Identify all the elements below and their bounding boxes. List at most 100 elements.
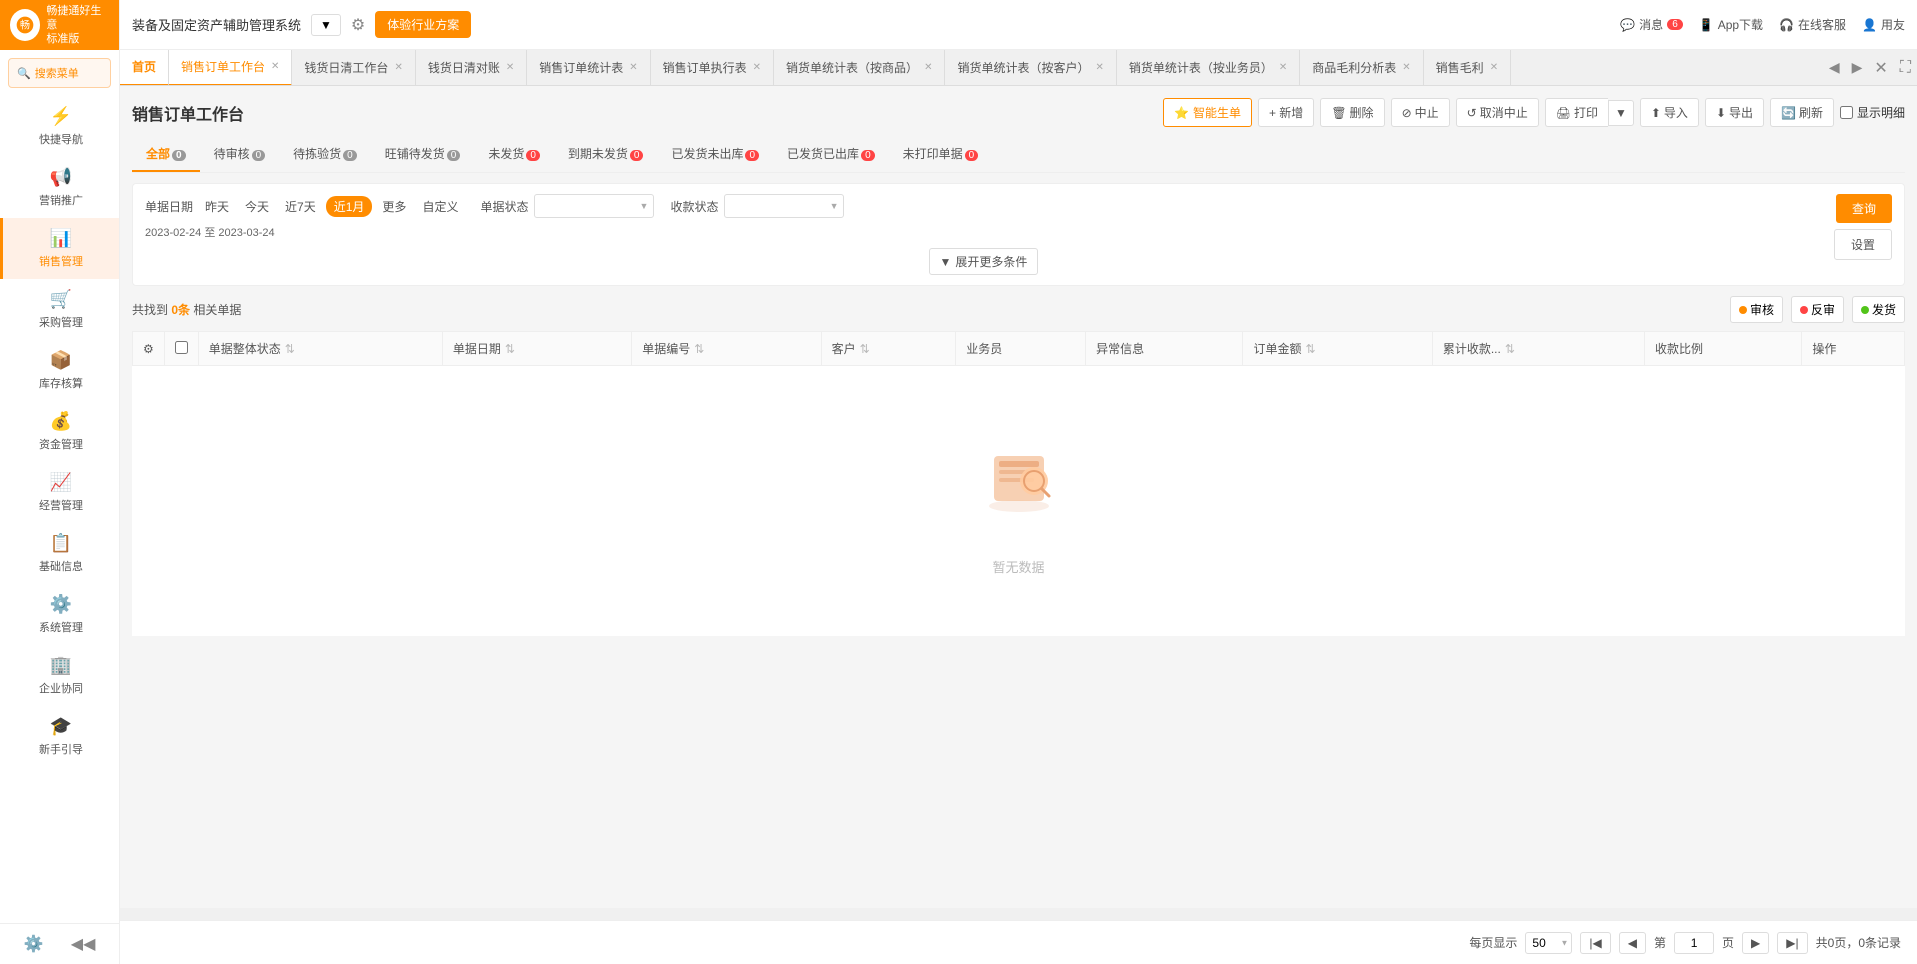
review-action-button[interactable]: 审核	[1730, 296, 1783, 323]
prev-page-button[interactable]: ◀	[1619, 932, 1646, 954]
stop-button[interactable]: ⊘ 中止	[1391, 98, 1450, 127]
tab-close-all-button[interactable]: ✕	[1868, 50, 1893, 86]
table-actions: 审核 反审 发货	[1730, 296, 1905, 323]
message-badge: 6	[1667, 19, 1683, 30]
tab-close-sales-stat-staff[interactable]: ✕	[1279, 62, 1287, 73]
filter-status-item: 单据状态	[480, 194, 654, 218]
tab-close-cash-reconcile[interactable]: ✕	[506, 62, 514, 73]
print-dropdown-button[interactable]: ▼	[1608, 100, 1634, 126]
query-button[interactable]: 查询	[1836, 194, 1892, 223]
sidebar-item-finance[interactable]: 💰 资金管理	[0, 401, 119, 462]
sidebar-item-operations[interactable]: 📈 经营管理	[0, 462, 119, 523]
export-button[interactable]: ⬇ 导出	[1705, 98, 1764, 127]
th-customer: 客户⇅	[821, 332, 956, 366]
user-menu-button[interactable]: 👤 用友	[1862, 16, 1905, 33]
per-page-wrap: 50 100 200	[1525, 932, 1572, 954]
th-abnormal: 异常信息	[1086, 332, 1243, 366]
subtab-shipped-not-stocked[interactable]: 已发货未出库0	[657, 137, 773, 172]
system-dropdown-button[interactable]: ▼	[311, 14, 341, 36]
tab-home[interactable]: 首页	[120, 50, 169, 86]
subtab-pending-inspect[interactable]: 待拣验货0	[279, 137, 371, 172]
subtab-unprinted[interactable]: 未打印单据0	[889, 137, 993, 172]
tab-scroll-right-button[interactable]: ▶	[1846, 50, 1869, 86]
set-button[interactable]: 设置	[1834, 229, 1892, 260]
sidebar-item-enterprise[interactable]: 🏢 企业协同	[0, 645, 119, 706]
select-all-checkbox[interactable]	[175, 341, 188, 354]
payment-select[interactable]	[724, 194, 844, 218]
smart-create-button[interactable]: ⭐ 智能生单	[1163, 98, 1252, 127]
sidebar-item-newbie[interactable]: 🎓 新手引导	[0, 706, 119, 767]
per-page-select[interactable]: 50 100 200	[1525, 932, 1572, 954]
status-select[interactable]	[534, 194, 654, 218]
subtab-pending-review[interactable]: 待审核0	[200, 137, 280, 172]
first-page-button[interactable]: |◀	[1580, 932, 1610, 954]
horizontal-scrollbar[interactable]	[120, 908, 1917, 920]
filter-payment-item: 收款状态	[670, 194, 844, 218]
tab-sales-stat-staff[interactable]: 销货单统计表（按业务员） ✕	[1117, 50, 1300, 86]
tab-gross-profit[interactable]: 商品毛利分析表 ✕	[1300, 50, 1423, 86]
ship-action-button[interactable]: 发货	[1852, 296, 1905, 323]
subtab-wangpu-pending[interactable]: 旺铺待发货0	[371, 137, 475, 172]
sidebar-item-sales[interactable]: 📊 销售管理	[0, 218, 119, 279]
expand-filter-button[interactable]: ▼ 展开更多条件	[929, 248, 1039, 275]
tab-scroll-left-button[interactable]: ◀	[1823, 50, 1846, 86]
refresh-icon: 🔄	[1781, 106, 1796, 120]
tab-sales-stat-product[interactable]: 销货单统计表（按商品） ✕	[774, 50, 945, 86]
tab-close-sales-stats[interactable]: ✕	[629, 62, 637, 73]
tab-cash-reconcile[interactable]: 钱货日清对账 ✕	[416, 50, 527, 86]
refresh-button[interactable]: 🔄 刷新	[1770, 98, 1834, 127]
subtab-all[interactable]: 全部0	[132, 137, 200, 172]
tab-cash-daily[interactable]: 钱货日清工作台 ✕	[292, 50, 415, 86]
app-download-button[interactable]: 📱 App下载	[1699, 16, 1763, 33]
sidebar-item-quicknav[interactable]: ⚡ 快捷导航	[0, 96, 119, 157]
tab-sales-stats[interactable]: 销售订单统计表 ✕	[527, 50, 650, 86]
show-detail-checkbox[interactable]: 显示明细	[1840, 104, 1905, 121]
date-opt-custom[interactable]: 自定义	[416, 196, 464, 217]
topbar-gear-button[interactable]: ⚙	[351, 15, 365, 35]
collapse-button[interactable]: ◀◀	[71, 934, 96, 954]
search-menu-button[interactable]: 🔍 搜索菜单	[8, 58, 111, 88]
messages-button[interactable]: 💬 消息 6	[1620, 16, 1683, 33]
date-options: 昨天 今天 近7天 近1月 更多 自定义	[199, 196, 464, 217]
tab-sales-gross[interactable]: 销售毛利 ✕	[1424, 50, 1511, 86]
date-opt-today[interactable]: 今天	[239, 196, 275, 217]
tab-close-sales-gross[interactable]: ✕	[1490, 62, 1498, 73]
sidebar-item-marketing[interactable]: 📢 营销推广	[0, 157, 119, 218]
subtab-unshipped[interactable]: 未发货0	[474, 137, 554, 172]
tab-sales-exec[interactable]: 销售订单执行表 ✕	[651, 50, 774, 86]
tab-close-sales-workbench[interactable]: ✕	[271, 61, 279, 72]
sidebar-item-purchase[interactable]: 🛒 采购管理	[0, 279, 119, 340]
show-detail-input[interactable]	[1840, 106, 1853, 119]
tab-sales-workbench[interactable]: 销售订单工作台 ✕	[169, 50, 292, 86]
next-page-button[interactable]: ▶	[1742, 932, 1769, 954]
date-opt-1month[interactable]: 近1月	[326, 196, 373, 217]
add-button[interactable]: + 新增	[1258, 98, 1314, 127]
page-input[interactable]	[1674, 932, 1714, 954]
basic-icon: 📋	[50, 533, 72, 554]
date-opt-more[interactable]: 更多	[376, 196, 412, 217]
tab-close-sales-stat-customer[interactable]: ✕	[1095, 62, 1103, 73]
industry-btn[interactable]: 体验行业方案	[375, 11, 471, 38]
sidebar-item-inventory[interactable]: 📦 库存核算	[0, 340, 119, 401]
delete-button[interactable]: 🗑 删除	[1320, 98, 1384, 127]
uncheck-action-button[interactable]: 反审	[1791, 296, 1844, 323]
subtab-shipped-stocked[interactable]: 已发货已出库0	[773, 137, 889, 172]
subtab-overdue-unshipped[interactable]: 到期未发货0	[554, 137, 658, 172]
settings-footer-button[interactable]: ⚙️	[24, 934, 44, 954]
tab-close-sales-stat-product[interactable]: ✕	[924, 62, 932, 73]
import-button[interactable]: ⬆ 导入	[1640, 98, 1699, 127]
tab-sales-stat-customer[interactable]: 销货单统计表（按客户） ✕	[945, 50, 1116, 86]
online-service-button[interactable]: 🎧 在线客服	[1779, 16, 1846, 33]
tab-close-cash-daily[interactable]: ✕	[394, 62, 402, 73]
date-opt-yesterday[interactable]: 昨天	[199, 196, 235, 217]
print-button[interactable]: 🖨 打印	[1545, 98, 1608, 127]
sidebar-item-basic[interactable]: 📋 基础信息	[0, 523, 119, 584]
tab-fullscreen-button[interactable]: ⛶	[1894, 50, 1917, 86]
last-page-button[interactable]: ▶|	[1777, 932, 1807, 954]
cancel-stop-button[interactable]: ↺ 取消中止	[1456, 98, 1539, 127]
subtabs: 全部0 待审核0 待拣验货0 旺铺待发货0 未发货0 到期未发货0	[132, 137, 1905, 173]
date-opt-7days[interactable]: 近7天	[279, 196, 322, 217]
tab-close-gross-profit[interactable]: ✕	[1402, 62, 1410, 73]
tab-close-sales-exec[interactable]: ✕	[753, 62, 761, 73]
sidebar-item-system[interactable]: ⚙️ 系统管理	[0, 584, 119, 645]
